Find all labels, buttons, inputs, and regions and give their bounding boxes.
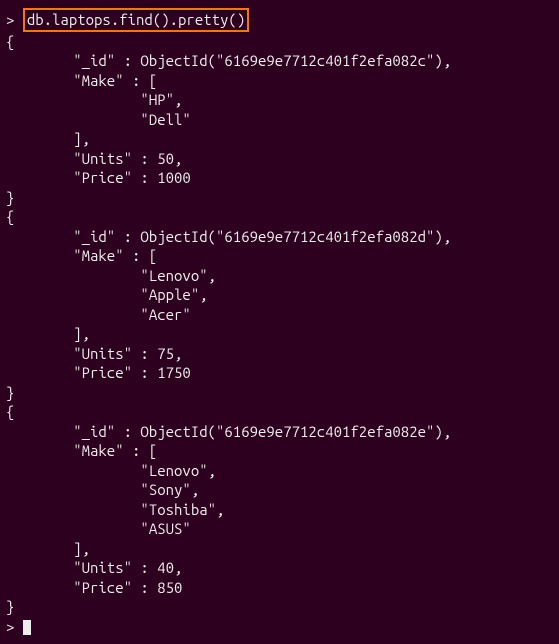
doc2-make3: ASUS: [149, 520, 183, 537]
final-prompt: >: [6, 618, 23, 635]
doc2-price: 850: [157, 579, 182, 596]
doc1-units: 75: [157, 345, 174, 362]
make-item: "Lenovo",: [6, 461, 553, 481]
doc2-id: 6169e9e7712c401f2efa082e: [224, 423, 426, 440]
doc1-make1: Apple: [149, 286, 191, 303]
prompt-line[interactable]: >: [6, 617, 553, 637]
field-price: "Price" : 1000: [6, 168, 553, 188]
make-item: "Sony",: [6, 480, 553, 500]
doc1-make2: Acer: [149, 306, 183, 323]
doc2-units: 40: [157, 559, 174, 576]
field-make-open: "Make" : [: [6, 71, 553, 91]
doc2-make1: Sony: [149, 481, 183, 498]
field-make-open: "Make" : [: [6, 441, 553, 461]
brace-close: }: [6, 597, 553, 617]
doc1-id: 6169e9e7712c401f2efa082d: [224, 228, 426, 245]
field-units: "Units" : 40,: [6, 558, 553, 578]
field-units: "Units" : 50,: [6, 149, 553, 169]
command-text: db.laptops.find().pretty(): [27, 11, 245, 28]
doc0-id: 6169e9e7712c401f2efa082c: [224, 52, 426, 69]
make-item: "ASUS": [6, 519, 553, 539]
prompt-char: >: [6, 11, 14, 28]
field-make-close: ],: [6, 324, 553, 344]
doc2-make2: Toshiba: [149, 501, 208, 518]
command-highlight: db.laptops.find().pretty(): [23, 8, 249, 32]
field-price: "Price" : 850: [6, 578, 553, 598]
make-item: "Acer": [6, 305, 553, 325]
field-id: "_id" : ObjectId("6169e9e7712c401f2efa08…: [6, 422, 553, 442]
make-item: "Toshiba",: [6, 500, 553, 520]
make-item: "Apple",: [6, 285, 553, 305]
brace-close: }: [6, 383, 553, 403]
terminal-output: > db.laptops.find().pretty() { "_id" : O…: [0, 0, 559, 644]
doc1-price: 1750: [157, 364, 191, 381]
field-id: "_id" : ObjectId("6169e9e7712c401f2efa08…: [6, 227, 553, 247]
field-make-open: "Make" : [: [6, 246, 553, 266]
brace-open: {: [6, 32, 553, 52]
field-id: "_id" : ObjectId("6169e9e7712c401f2efa08…: [6, 51, 553, 71]
field-make-close: ],: [6, 129, 553, 149]
cursor-icon: [23, 620, 31, 635]
brace-close: }: [6, 188, 553, 208]
brace-open: {: [6, 207, 553, 227]
command-line: > db.laptops.find().pretty(): [6, 8, 553, 32]
make-item: "HP",: [6, 90, 553, 110]
doc2-make0: Lenovo: [149, 462, 199, 479]
doc0-make0: HP: [149, 91, 166, 108]
field-make-close: ],: [6, 539, 553, 559]
doc0-price: 1000: [157, 169, 191, 186]
field-units: "Units" : 75,: [6, 344, 553, 364]
field-price: "Price" : 1750: [6, 363, 553, 383]
make-item: "Lenovo",: [6, 266, 553, 286]
doc0-make1: Dell: [149, 111, 183, 128]
brace-open: {: [6, 402, 553, 422]
doc0-units: 50: [157, 150, 174, 167]
make-item: "Dell": [6, 110, 553, 130]
doc1-make0: Lenovo: [149, 267, 199, 284]
